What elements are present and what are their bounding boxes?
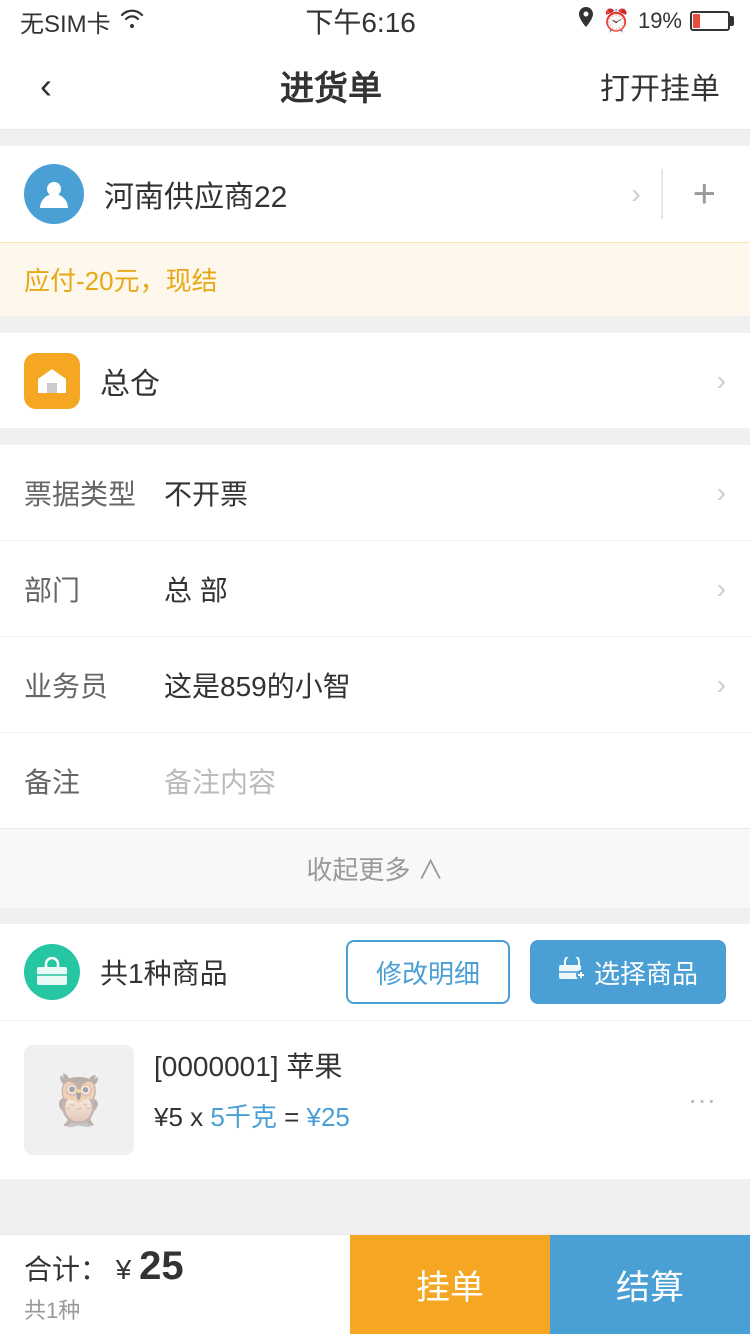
product-equals: =: [277, 1102, 307, 1132]
product-quantity: 5千克: [210, 1102, 276, 1132]
remark-label: 备注: [24, 761, 164, 801]
product-price: ¥5 x 5千克 = ¥25: [154, 1097, 678, 1134]
supplier-row: 河南供应商22 › +: [0, 146, 750, 242]
product-count-icon: [24, 944, 80, 1000]
product-info: [0000001] 苹果 ¥5 x 5千克 = ¥25: [154, 1045, 678, 1134]
settle-button[interactable]: 结算: [550, 1235, 750, 1334]
summary-section: 合计： ¥ 25 共1种: [0, 1235, 350, 1334]
product-unit-price: ¥5 x: [154, 1102, 210, 1132]
supplier-avatar: [24, 164, 84, 224]
divider: [661, 169, 663, 219]
warehouse-row[interactable]: 总仓 ›: [0, 332, 750, 428]
invoice-type-row[interactable]: 票据类型 不开票 ›: [0, 444, 750, 540]
open-hang-button[interactable]: 打开挂单: [600, 64, 720, 108]
supplier-name: 河南供应商22: [104, 172, 631, 216]
section-gap-3: [0, 428, 750, 444]
department-row[interactable]: 部门 总 部 ›: [0, 540, 750, 636]
product-header: 共1种商品 修改明细 选择商品: [0, 924, 750, 1020]
product-thumb-placeholder: 🦉: [48, 1071, 110, 1130]
salesperson-row[interactable]: 业务员 这是859的小智 ›: [0, 636, 750, 732]
page-title: 进货单: [280, 61, 382, 110]
total-currency: ¥: [116, 1254, 139, 1285]
warehouse-chevron-icon: ›: [717, 365, 726, 397]
collapse-button[interactable]: 收起更多 ∧: [0, 828, 750, 908]
warehouse-label: 总仓: [100, 359, 717, 403]
select-icon: [558, 957, 586, 988]
invoice-type-value: 不开票: [164, 473, 717, 513]
product-item: 🦉 [0000001] 苹果 ¥5 x 5千克 = ¥25 ···: [0, 1020, 750, 1179]
product-section: 共1种商品 修改明细 选择商品 🦉 [0000001] 苹果: [0, 924, 750, 1179]
summary-count: 共1种: [24, 1293, 326, 1325]
location-icon: [577, 7, 595, 35]
invoice-type-label: 票据类型: [24, 473, 164, 513]
summary-total: 合计： ¥ 25: [24, 1244, 326, 1289]
product-code: [0000001]: [154, 1051, 286, 1082]
department-label: 部门: [24, 569, 164, 609]
supplier-section: 河南供应商22 › + 应付-20元，现结: [0, 146, 750, 316]
form-section: 票据类型 不开票 › 部门 总 部 › 业务员 这是859的小智 › 备注 备注…: [0, 444, 750, 908]
product-total-price: ¥25: [306, 1102, 349, 1132]
section-gap-2: [0, 316, 750, 332]
collapse-label: 收起更多 ∧: [306, 850, 443, 887]
department-chevron-icon: ›: [717, 573, 726, 605]
department-value: 总 部: [164, 569, 717, 609]
total-label: 合计：: [24, 1254, 108, 1285]
wifi-icon: [119, 7, 145, 35]
carrier-label: 无SIM卡: [20, 4, 111, 39]
status-time: 下午6:16: [305, 1, 416, 41]
remark-placeholder: 备注内容: [164, 761, 726, 801]
battery-percent: 19%: [638, 8, 682, 34]
warehouse-icon: [24, 353, 80, 409]
hang-order-button[interactable]: 挂单: [350, 1235, 550, 1334]
alarm-icon: ⏰: [603, 8, 630, 34]
select-product-label: 选择商品: [594, 954, 698, 991]
product-thumbnail: 🦉: [24, 1045, 134, 1155]
remark-row[interactable]: 备注 备注内容: [0, 732, 750, 828]
product-title: 苹果: [286, 1051, 342, 1082]
section-gap-1: [0, 130, 750, 146]
status-left: 无SIM卡: [20, 4, 145, 39]
invoice-type-chevron-icon: ›: [717, 477, 726, 509]
bottom-bar: 合计： ¥ 25 共1种 挂单 结算: [0, 1234, 750, 1334]
edit-detail-button[interactable]: 修改明细: [346, 940, 510, 1004]
section-gap-4: [0, 908, 750, 924]
battery-icon: [690, 11, 730, 31]
add-supplier-button[interactable]: +: [683, 162, 726, 227]
supplier-notice: 应付-20元，现结: [0, 242, 750, 316]
salesperson-label: 业务员: [24, 665, 164, 705]
salesperson-value: 这是859的小智: [164, 665, 717, 705]
warehouse-section: 总仓 ›: [0, 332, 750, 428]
status-bar: 无SIM卡 下午6:16 ⏰ 19%: [0, 0, 750, 42]
product-more-button[interactable]: ···: [678, 1084, 726, 1116]
product-name: [0000001] 苹果: [154, 1045, 678, 1085]
product-count-text: 共1种商品: [100, 952, 326, 992]
supplier-chevron-icon[interactable]: ›: [631, 178, 640, 210]
total-amount: 25: [139, 1244, 184, 1288]
nav-bar: ‹ 进货单 打开挂单: [0, 42, 750, 130]
select-product-button[interactable]: 选择商品: [530, 940, 726, 1004]
back-button[interactable]: ‹: [30, 55, 62, 117]
status-right: ⏰ 19%: [577, 7, 730, 35]
salesperson-chevron-icon: ›: [717, 669, 726, 701]
